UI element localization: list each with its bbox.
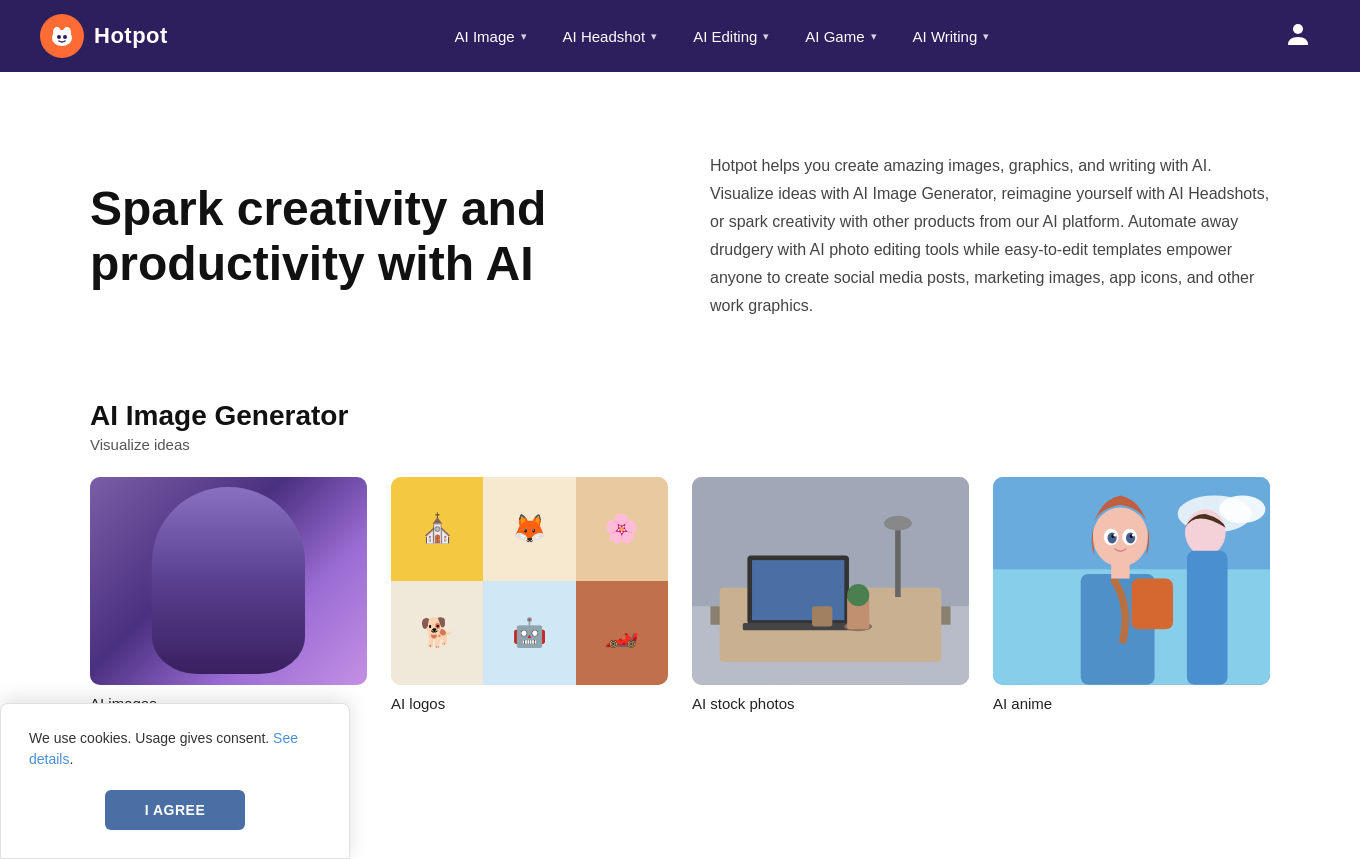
- svg-point-17: [847, 584, 869, 606]
- svg-point-34: [1113, 534, 1116, 537]
- nav-item-ai-writing[interactable]: AI Writing ▾: [897, 20, 1006, 53]
- gallery-label-3: AI anime: [993, 695, 1270, 712]
- logo-cell-0: ⛪: [391, 477, 483, 581]
- svg-rect-12: [743, 623, 854, 630]
- nav-item-ai-headshot[interactable]: AI Headshot ▾: [547, 20, 674, 53]
- gallery-item-3[interactable]: AI anime: [993, 477, 1270, 712]
- gallery-image-2: [692, 477, 969, 685]
- logo-cell-2: 🌸: [576, 477, 668, 581]
- gallery-item-2[interactable]: AI stock photos: [692, 477, 969, 712]
- svg-rect-36: [1132, 579, 1174, 630]
- gallery-image-1: ⛪ 🦊 🌸 🐕 🤖 🏎️: [391, 477, 668, 685]
- svg-rect-24: [1187, 551, 1228, 685]
- navbar: Hotpot AI Image ▾ AI Headshot ▾ AI Editi…: [0, 0, 1360, 72]
- chevron-down-icon: ▾: [871, 30, 877, 43]
- gallery-grid: AI images ⛪ 🦊 🌸 🐕 🤖 🏎️ AI logos: [90, 477, 1270, 712]
- nav-item-ai-game[interactable]: AI Game ▾: [789, 20, 892, 53]
- nav-links: AI Image ▾ AI Headshot ▾ AI Editing ▾ AI…: [439, 20, 1006, 53]
- logo-cell-1: 🦊: [483, 477, 575, 581]
- logo-cell-3: 🐕: [391, 581, 483, 685]
- svg-point-14: [884, 516, 912, 531]
- chevron-down-icon: ▾: [983, 30, 989, 43]
- brand-name: Hotpot: [94, 23, 168, 49]
- svg-point-27: [1093, 507, 1148, 566]
- logo-cell-4: 🤖: [483, 581, 575, 685]
- nav-item-ai-image[interactable]: AI Image ▾: [439, 20, 543, 53]
- gallery-image-3: [993, 477, 1270, 685]
- cookie-banner: We use cookies. Usage gives consent. See…: [0, 703, 350, 772]
- svg-point-5: [1293, 24, 1303, 34]
- gallery-label-2: AI stock photos: [692, 695, 969, 712]
- chevron-down-icon: ▾: [763, 30, 769, 43]
- brand-logo[interactable]: Hotpot: [40, 14, 168, 58]
- hero-title: Spark creativity and productivity with A…: [90, 181, 650, 291]
- logo-icon: [40, 14, 84, 58]
- hero-section: Spark creativity and productivity with A…: [0, 72, 1360, 380]
- gallery-item-0[interactable]: AI images: [90, 477, 367, 712]
- user-icon[interactable]: [1276, 11, 1320, 61]
- logo-cell-5: 🏎️: [576, 581, 668, 685]
- svg-point-22: [1219, 495, 1265, 523]
- section-subtitle: Visualize ideas: [90, 436, 1270, 453]
- gallery-image-0: [90, 477, 367, 685]
- nav-item-ai-editing[interactable]: AI Editing ▾: [677, 20, 785, 53]
- cookie-text: We use cookies. Usage gives consent. See…: [29, 728, 321, 770]
- section-title: AI Image Generator: [90, 400, 1270, 432]
- gallery-label-1: AI logos: [391, 695, 668, 712]
- svg-point-35: [1132, 534, 1135, 537]
- svg-point-3: [57, 35, 61, 39]
- hero-left: Spark creativity and productivity with A…: [90, 181, 650, 291]
- chevron-down-icon: ▾: [521, 30, 527, 43]
- hero-description: Hotpot helps you create amazing images, …: [710, 152, 1270, 320]
- hero-right: Hotpot helps you create amazing images, …: [710, 152, 1270, 320]
- gallery-item-1[interactable]: ⛪ 🦊 🌸 🐕 🤖 🏎️ AI logos: [391, 477, 668, 712]
- svg-point-4: [63, 35, 67, 39]
- svg-rect-13: [895, 523, 901, 597]
- svg-rect-18: [812, 606, 832, 626]
- chevron-down-icon: ▾: [651, 30, 657, 43]
